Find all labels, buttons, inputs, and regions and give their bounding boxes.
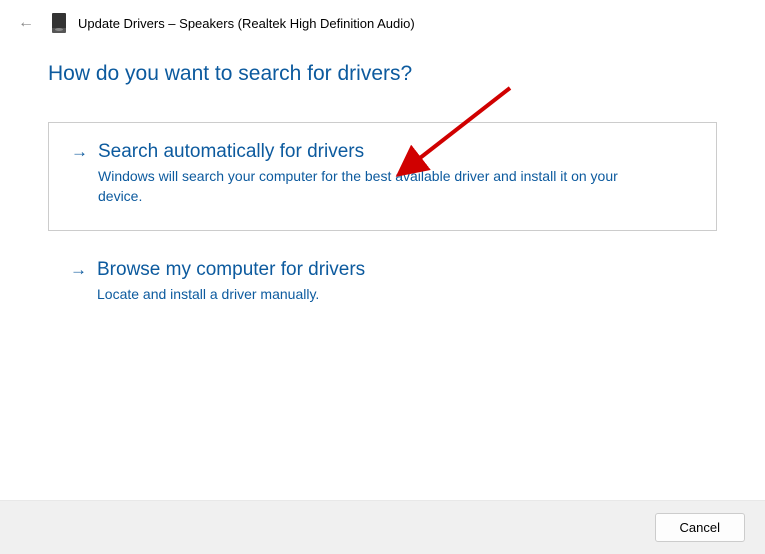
option-search-automatically[interactable]: → Search automatically for drivers Windo…: [48, 122, 717, 231]
window-title: Update Drivers – Speakers (Realtek High …: [78, 16, 415, 31]
titlebar: ← Update Drivers – Speakers (Realtek Hig…: [0, 0, 765, 42]
option-browse-computer[interactable]: → Browse my computer for drivers Locate …: [48, 259, 717, 305]
page-heading: How do you want to search for drivers?: [48, 62, 717, 86]
arrow-right-icon: →: [70, 260, 87, 280]
option-description: Locate and install a driver manually.: [97, 285, 637, 305]
option-title: Search automatically for drivers: [98, 141, 364, 163]
option-description: Windows will search your computer for th…: [98, 167, 638, 206]
option-title: Browse my computer for drivers: [97, 259, 365, 281]
arrow-right-icon: →: [71, 142, 88, 162]
back-button[interactable]: ←: [12, 12, 40, 34]
speaker-icon: [52, 13, 66, 33]
content-area: How do you want to search for drivers? →…: [0, 42, 765, 305]
cancel-button[interactable]: Cancel: [655, 513, 745, 542]
footer: Cancel: [0, 500, 765, 554]
